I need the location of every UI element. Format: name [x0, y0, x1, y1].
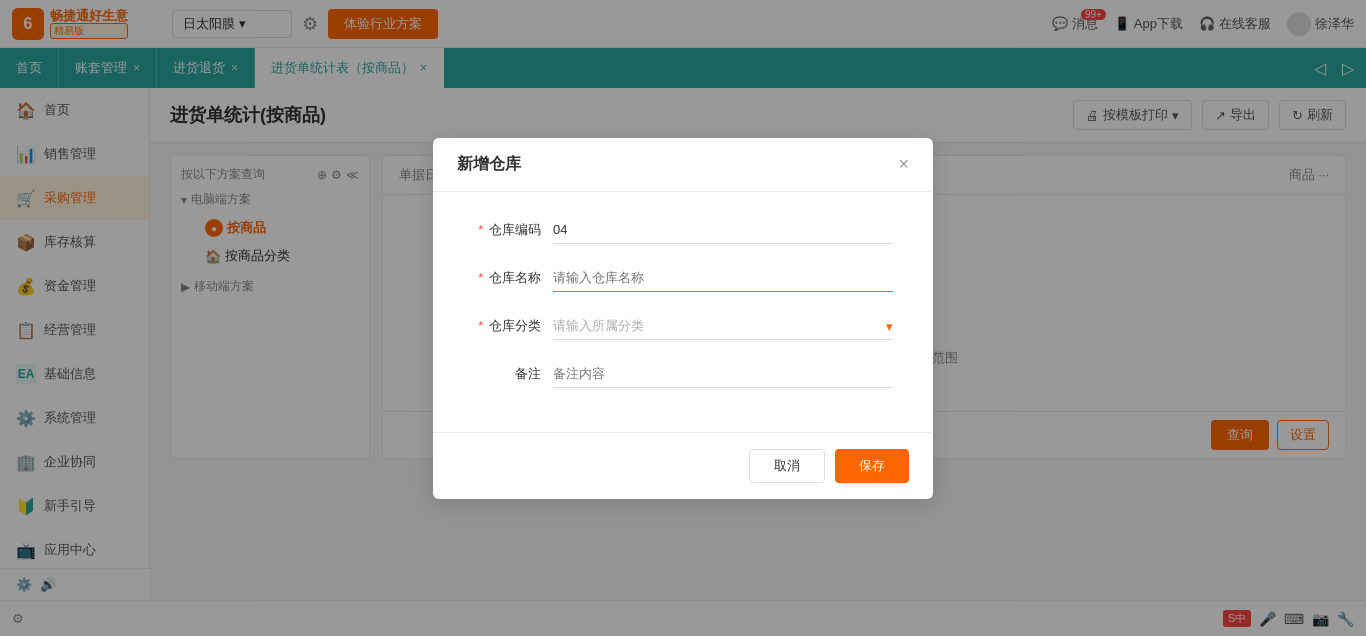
warehouse-category-wrapper: 请输入所属分类 ▾ [553, 312, 893, 340]
dialog-header: 新增仓库 × [433, 138, 933, 192]
category-dropdown-icon: ▾ [886, 318, 893, 333]
warehouse-name-label: * 仓库名称 [473, 269, 553, 287]
warehouse-name-input[interactable] [553, 264, 893, 292]
required-mark3: * [478, 318, 483, 333]
dialog-overlay: 新增仓库 × * 仓库编码 * 仓库名称 [0, 0, 1366, 636]
warehouse-code-row: * 仓库编码 [473, 216, 893, 244]
warehouse-note-row: 备注 [473, 360, 893, 388]
warehouse-code-label: * 仓库编码 [473, 221, 553, 239]
warehouse-name-row: * 仓库名称 [473, 264, 893, 292]
required-mark: * [478, 222, 483, 237]
dialog-body: * 仓库编码 * 仓库名称 * 仓库分类 [433, 192, 933, 432]
save-button[interactable]: 保存 [835, 449, 909, 483]
new-warehouse-dialog: 新增仓库 × * 仓库编码 * 仓库名称 [433, 138, 933, 499]
cancel-button[interactable]: 取消 [749, 449, 825, 483]
warehouse-category-row: * 仓库分类 请输入所属分类 ▾ [473, 312, 893, 340]
warehouse-category-label: * 仓库分类 [473, 317, 553, 335]
dialog-footer: 取消 保存 [433, 432, 933, 499]
required-mark2: * [478, 270, 483, 285]
warehouse-category-select[interactable]: 请输入所属分类 [553, 312, 893, 340]
dialog-title: 新增仓库 [457, 154, 521, 175]
warehouse-note-label: 备注 [473, 365, 553, 383]
warehouse-code-input[interactable] [553, 216, 893, 244]
dialog-close-button[interactable]: × [898, 154, 909, 175]
warehouse-note-input[interactable] [553, 360, 893, 388]
